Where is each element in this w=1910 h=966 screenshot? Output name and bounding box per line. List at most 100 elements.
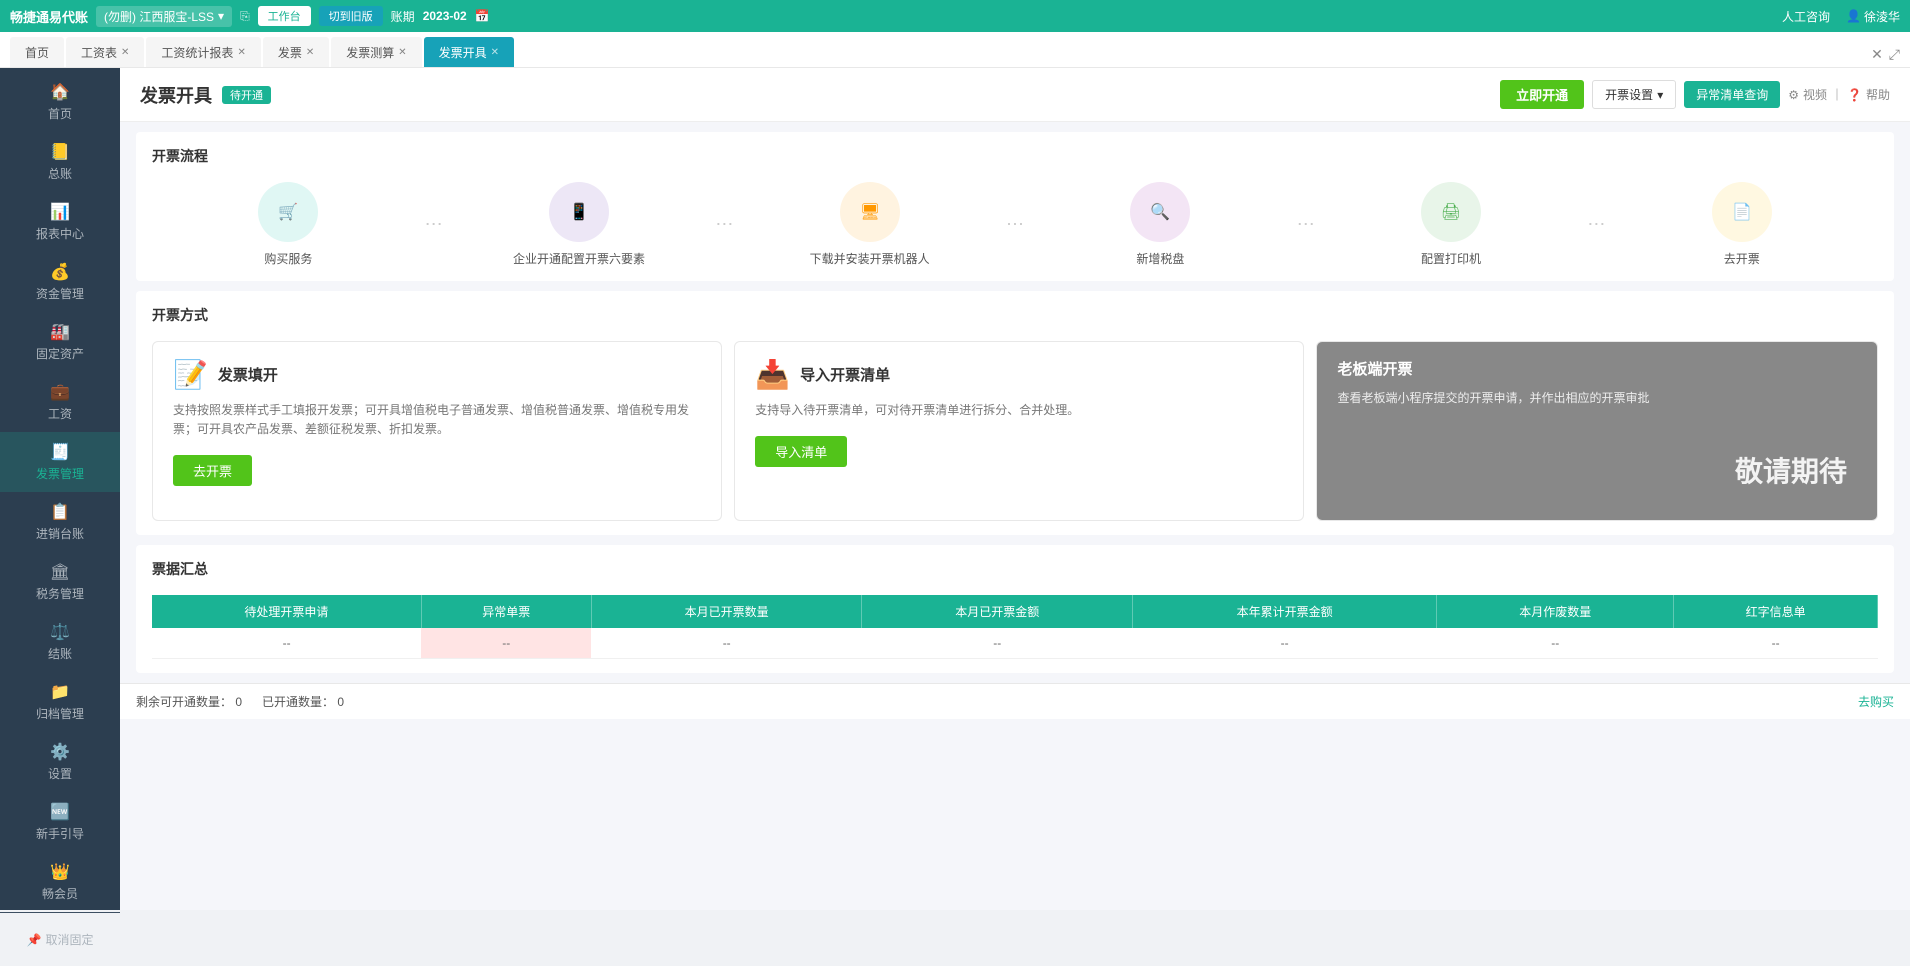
app-logo: 畅捷通易代账 [10,7,88,26]
abnormal-query-button[interactable]: 异常清单查询 [1684,81,1780,108]
opened-info: 已开通数量： 0 [262,693,344,710]
enterprise-config-label: 企业开通配置开票六要素 [513,250,645,267]
page-header-icons: ⚙ 视频 ｜ ❓ 帮助 [1788,86,1890,103]
add-taxbox-label: 新增税盘 [1136,250,1184,267]
cell-void-count: -- [1437,628,1674,659]
open-settings-button[interactable]: 开票设置 ▾ [1592,80,1676,109]
flow-arrow-5: ⋯ [1587,214,1605,235]
invoice-mgmt-icon: 🧾 [50,442,70,462]
sidebar-label-invoice-mgmt: 发票管理 [36,465,84,482]
tab-payroll-report[interactable]: 工资统计报表 ✕ [146,37,260,67]
tab-payroll-report-close[interactable]: ✕ [237,47,245,58]
sidebar-item-purchase-sale[interactable]: 📋 进销台账 [0,492,120,552]
sidebar-item-reports[interactable]: 📊 报表中心 [0,192,120,252]
import-list-button[interactable]: 导入清单 [755,436,847,467]
buy-service-icon: 🛒 [258,182,318,242]
company-selector[interactable]: (勿删) 江西服宝-LSS ▾ [96,6,232,27]
method-import-desc: 支持导入待开票清单，可对待开票清单进行拆分、合并处理。 [755,401,1283,420]
sidebar-item-invoice-mgmt[interactable]: 🧾 发票管理 [0,432,120,492]
expand-icon[interactable]: ⤢ [1889,46,1900,63]
download-robot-label: 下载并安装开票机器人 [810,250,930,267]
flow-step-add-taxbox[interactable]: 🔍 新增税盘 [1024,182,1297,267]
tab-invoice-close[interactable]: ✕ [306,47,314,58]
sidebar-item-guide[interactable]: 🆕 新手引导 [0,792,120,852]
cell-pending: -- [152,628,421,659]
buy-link[interactable]: 去购买 [1858,695,1894,709]
close-tab-icon[interactable]: ✕ [1871,46,1883,63]
workbench-button[interactable]: 工作台 [258,6,311,26]
flow-step-buy-service[interactable]: 🛒 购买服务 [152,182,425,267]
main-layout: 🏠 首页 📒 总账 📊 报表中心 💰 资金管理 🏭 固定资产 💼 工资 [0,68,1910,910]
method-card-manual: 📝 发票填开 支持按照发票样式手工填报开发票；可开具增值税电子普通发票、增值税普… [152,341,722,521]
summary-section-title: 票据汇总 [152,559,1878,579]
col-pending: 待处理开票申请 [152,595,421,628]
tab-payroll-close[interactable]: ✕ [121,47,129,58]
sidebar-label-ledger: 总账 [48,165,72,182]
guide-icon: 🆕 [50,802,70,822]
tab-invoice-calc-label: 发票测算 [346,44,394,61]
sidebar-label-assets: 固定资产 [36,345,84,362]
sidebar-item-settings[interactable]: ⚙️ 设置 [0,732,120,792]
tab-invoice-tool-close[interactable]: ✕ [491,47,499,58]
consult-label[interactable]: 人工咨询 [1782,8,1830,25]
buy-service-label: 购买服务 [264,250,312,267]
sidebar-label-home: 首页 [48,105,72,122]
flow-step-config-printer[interactable]: 🖨 配置打印机 [1315,182,1588,267]
sidebar-item-capital[interactable]: 💰 资金管理 [0,252,120,312]
tab-home[interactable]: 首页 [10,37,64,67]
tab-invoice-calc[interactable]: 发票测算 ✕ [331,37,421,67]
method-manual-title: 发票填开 [218,364,278,385]
user-area[interactable]: 👤 徐淩华 [1846,8,1900,25]
method-manual-icon: 📝 [173,358,208,391]
cell-month-amount: -- [862,628,1133,659]
coming-soon-text: 敬请期待 [1735,450,1847,490]
sidebar-unpin[interactable]: 📌 取消固定 [0,921,120,958]
copy-icon[interactable]: ⎘ [240,9,250,24]
switch-old-button[interactable]: 切到旧版 [319,6,383,26]
col-red-info: 红字信息单 [1674,595,1878,628]
tab-invoice-tool[interactable]: 发票开具 ✕ [424,37,514,67]
methods-section: 开票方式 📝 发票填开 支持按照发票样式手工填报开发票；可开具增值税电子普通发票… [136,291,1894,535]
view-label: 视频 [1803,86,1827,103]
tab-invoice-calc-close[interactable]: ✕ [398,47,406,58]
sidebar-item-tax[interactable]: 🏛 税务管理 [0,552,120,612]
home-icon: 🏠 [50,82,70,102]
sidebar-item-payroll[interactable]: 💼 工资 [0,372,120,432]
sidebar-item-settle[interactable]: ⚖️ 结账 [0,612,120,672]
svg-text:🖨: 🖨 [1441,203,1461,221]
col-year-amount: 本年累计开票金额 [1133,595,1437,628]
flow-step-issue-invoice[interactable]: 📄 去开票 [1605,182,1878,267]
tab-invoice[interactable]: 发票 ✕ [263,37,329,67]
sidebar-item-ledger[interactable]: 📒 总账 [0,132,120,192]
reports-icon: 📊 [50,202,70,222]
sidebar-label-tax: 税务管理 [36,585,84,602]
payroll-icon: 💼 [50,382,70,402]
method-card-import: 📥 导入开票清单 支持导入待开票清单，可对待开票清单进行拆分、合并处理。 导入清… [734,341,1304,521]
top-bar-actions: 人工咨询 👤 徐淩华 [1782,8,1900,25]
svg-text:🔍: 🔍 [1150,201,1170,221]
sidebar-item-archive[interactable]: 📁 归档管理 [0,672,120,732]
flow-arrow-2: ⋯ [715,214,733,235]
flow-step-download-robot[interactable]: 🖥 下载并安装开票机器人 [733,182,1006,267]
sidebar-item-member[interactable]: 👑 畅会员 [0,852,120,912]
sidebar-label-guide: 新手引导 [36,825,84,842]
instant-open-button[interactable]: 立即开通 [1500,80,1584,109]
settings-gear-icon[interactable]: ⚙ [1788,88,1799,102]
bottom-bar: 剩余可开通数量： 0 已开通数量： 0 去购买 [120,683,1910,719]
top-bar-left: 畅捷通易代账 (勿删) 江西服宝-LSS ▾ ⎘ 工作台 切到旧版 账期 202… [10,6,490,27]
sidebar-item-assets[interactable]: 🏭 固定资产 [0,312,120,372]
tab-payroll[interactable]: 工资表 ✕ [66,37,144,67]
tab-invoice-label: 发票 [278,44,302,61]
flow-steps: 🛒 购买服务 ⋯ 📱 企业开通配置开票六要素 ⋯ [152,182,1878,267]
sidebar-item-home[interactable]: 🏠 首页 [0,72,120,132]
flow-section: 开票流程 🛒 购买服务 ⋯ 📱 企业开通 [136,132,1894,281]
purchase-sale-icon: 📋 [50,502,70,522]
go-issue-button[interactable]: 去开票 [173,455,252,486]
method-card-boss: 老板端开票 查看老板端小程序提交的开票申请，并作出相应的开票审批 敬请期待 [1316,341,1878,521]
summary-row: -- -- -- -- -- -- -- [152,628,1878,659]
flow-step-enterprise-config[interactable]: 📱 企业开通配置开票六要素 [443,182,716,267]
help-icon[interactable]: ❓ [1847,88,1862,102]
download-robot-icon: 🖥 [840,182,900,242]
calendar-icon[interactable]: 📅 [475,9,490,23]
svg-text:📱: 📱 [569,202,589,221]
